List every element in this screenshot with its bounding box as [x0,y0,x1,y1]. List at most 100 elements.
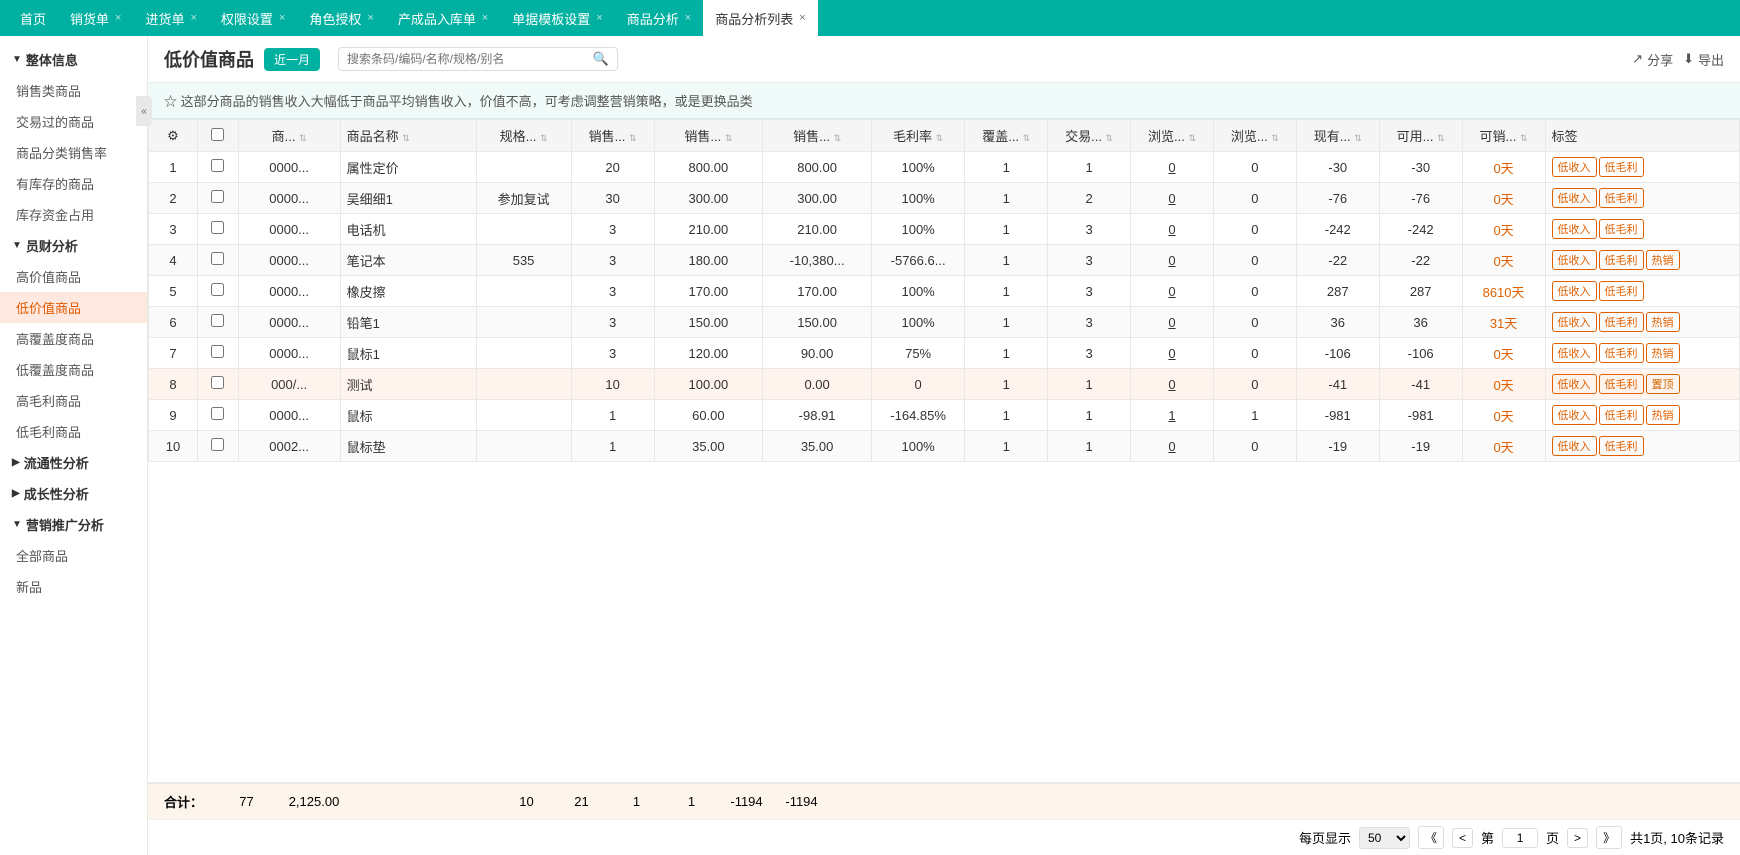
nav-analysis-list[interactable]: 商品分析列表 × [703,0,817,36]
settings-icon[interactable]: ⚙ [167,128,179,143]
th-spec[interactable]: 规格... ⇅ [476,120,571,152]
cell-view1[interactable]: 0 [1131,214,1214,245]
sidebar-section-流通性分析[interactable]: ▶ 流通性分析 [0,447,147,478]
sidebar-section-整体信息[interactable]: ▼ 整体信息 [0,44,147,75]
sidebar-item-低覆盖度商品[interactable]: 低覆盖度商品 [0,354,147,385]
nav-permissions-close[interactable]: × [279,12,285,24]
view1-link[interactable]: 0 [1168,160,1175,175]
sidebar-item-高价值商品[interactable]: 高价值商品 [0,261,147,292]
nav-product-in-close[interactable]: × [482,12,488,24]
cell-view1[interactable]: 0 [1131,245,1214,276]
sidebar-item-有库存的商品[interactable]: 有库存的商品 [0,168,147,199]
row-checkbox[interactable] [211,159,224,172]
view1-link[interactable]: 0 [1168,253,1175,268]
nav-product-in[interactable]: 产成品入库单 × [386,0,500,36]
view1-link[interactable]: 0 [1168,439,1175,454]
sidebar-item-商品分类销售率[interactable]: 商品分类销售率 [0,137,147,168]
cell-view1[interactable]: 0 [1131,369,1214,400]
cell-check[interactable] [197,431,238,462]
cell-check[interactable] [197,276,238,307]
sidebar-item-全部商品[interactable]: 全部商品 [0,540,147,571]
cell-check[interactable] [197,214,238,245]
th-price[interactable]: 销售... ⇅ [654,120,763,152]
select-all-checkbox[interactable] [211,128,224,141]
search-icon[interactable]: 🔍 [593,51,609,67]
current-page-input[interactable] [1502,828,1538,848]
sidebar-item-交易过的商品[interactable]: 交易过的商品 [0,106,147,137]
time-filter-button[interactable]: 近一月 [264,48,320,71]
cell-check[interactable] [197,400,238,431]
row-checkbox[interactable] [211,190,224,203]
th-name[interactable]: 商品名称 ⇅ [340,120,476,152]
th-view2[interactable]: 浏览... ⇅ [1213,120,1296,152]
nav-purchase[interactable]: 进货单 × [133,0,208,36]
sidebar-item-库存资金占用[interactable]: 库存资金占用 [0,199,147,230]
cell-view1[interactable]: 0 [1131,183,1214,214]
cell-view1[interactable]: 0 [1131,152,1214,183]
cell-check[interactable] [197,245,238,276]
row-checkbox[interactable] [211,252,224,265]
view1-link[interactable]: 0 [1168,284,1175,299]
row-checkbox[interactable] [211,438,224,451]
prev-page-button[interactable]: < [1452,828,1473,848]
nav-roles-close[interactable]: × [367,12,373,24]
sidebar-section-员财分析[interactable]: ▼ 员财分析 [0,230,147,261]
view1-link[interactable]: 0 [1168,222,1175,237]
next-page-button[interactable]: > [1567,828,1588,848]
share-button[interactable]: ↗ 分享 [1632,50,1673,69]
sidebar-section-成长性分析[interactable]: ▶ 成长性分析 [0,478,147,509]
cell-check[interactable] [197,307,238,338]
th-trade[interactable]: 交易... ⇅ [1048,120,1131,152]
th-current[interactable]: 现有... ⇅ [1296,120,1379,152]
row-checkbox[interactable] [211,376,224,389]
th-view1[interactable]: 浏览... ⇅ [1131,120,1214,152]
view1-link[interactable]: 0 [1168,346,1175,361]
last-page-button[interactable]: 》 [1596,826,1622,849]
row-checkbox[interactable] [211,345,224,358]
first-page-button[interactable]: 《 [1418,826,1444,849]
sidebar-item-高覆盖度商品[interactable]: 高覆盖度商品 [0,323,147,354]
cell-check[interactable] [197,369,238,400]
page-size-select[interactable]: 50 20 100 [1359,827,1410,849]
nav-analysis-list-close[interactable]: × [799,12,805,24]
nav-analysis[interactable]: 商品分析 × [615,0,703,36]
cell-check[interactable] [197,183,238,214]
nav-purchase-close[interactable]: × [190,12,196,24]
th-available[interactable]: 可用... ⇅ [1379,120,1462,152]
sidebar-item-高毛利商品[interactable]: 高毛利商品 [0,385,147,416]
search-input[interactable] [347,52,589,66]
nav-home[interactable]: 首页 [8,0,58,36]
nav-permissions[interactable]: 权限设置 × [209,0,297,36]
nav-template-close[interactable]: × [596,12,602,24]
th-profit[interactable]: 销售... ⇅ [763,120,872,152]
nav-analysis-close[interactable]: × [685,12,691,24]
sidebar-item-销售类商品[interactable]: 销售类商品 [0,75,147,106]
sidebar-section-营销推广分析[interactable]: ▼ 营销推广分析 [0,509,147,540]
view1-link[interactable]: 1 [1168,408,1175,423]
th-qty[interactable]: 销售... ⇅ [571,120,654,152]
row-checkbox[interactable] [211,283,224,296]
th-sellable[interactable]: 可销... ⇅ [1462,120,1545,152]
sidebar-item-低毛利商品[interactable]: 低毛利商品 [0,416,147,447]
cell-view1[interactable]: 0 [1131,338,1214,369]
export-button[interactable]: ⬇ 导出 [1683,50,1724,69]
sidebar-collapse-button[interactable]: « [136,96,152,126]
th-margin[interactable]: 毛利率 ⇅ [871,120,964,152]
cell-view1[interactable]: 0 [1131,276,1214,307]
th-coverage[interactable]: 覆盖... ⇅ [965,120,1048,152]
nav-sales-close[interactable]: × [115,12,121,24]
nav-template[interactable]: 单据模板设置 × [500,0,614,36]
nav-roles[interactable]: 角色授权 × [297,0,385,36]
row-checkbox[interactable] [211,314,224,327]
cell-view1[interactable]: 1 [1131,400,1214,431]
sidebar-item-低价值商品[interactable]: 低价值商品 [0,292,147,323]
cell-check[interactable] [197,338,238,369]
view1-link[interactable]: 0 [1168,315,1175,330]
row-checkbox[interactable] [211,221,224,234]
cell-view1[interactable]: 0 [1131,307,1214,338]
th-code[interactable]: 商... ⇅ [238,120,340,152]
view1-link[interactable]: 0 [1168,191,1175,206]
nav-sales[interactable]: 销货单 × [58,0,133,36]
sidebar-item-新品[interactable]: 新品 [0,571,147,602]
cell-check[interactable] [197,152,238,183]
